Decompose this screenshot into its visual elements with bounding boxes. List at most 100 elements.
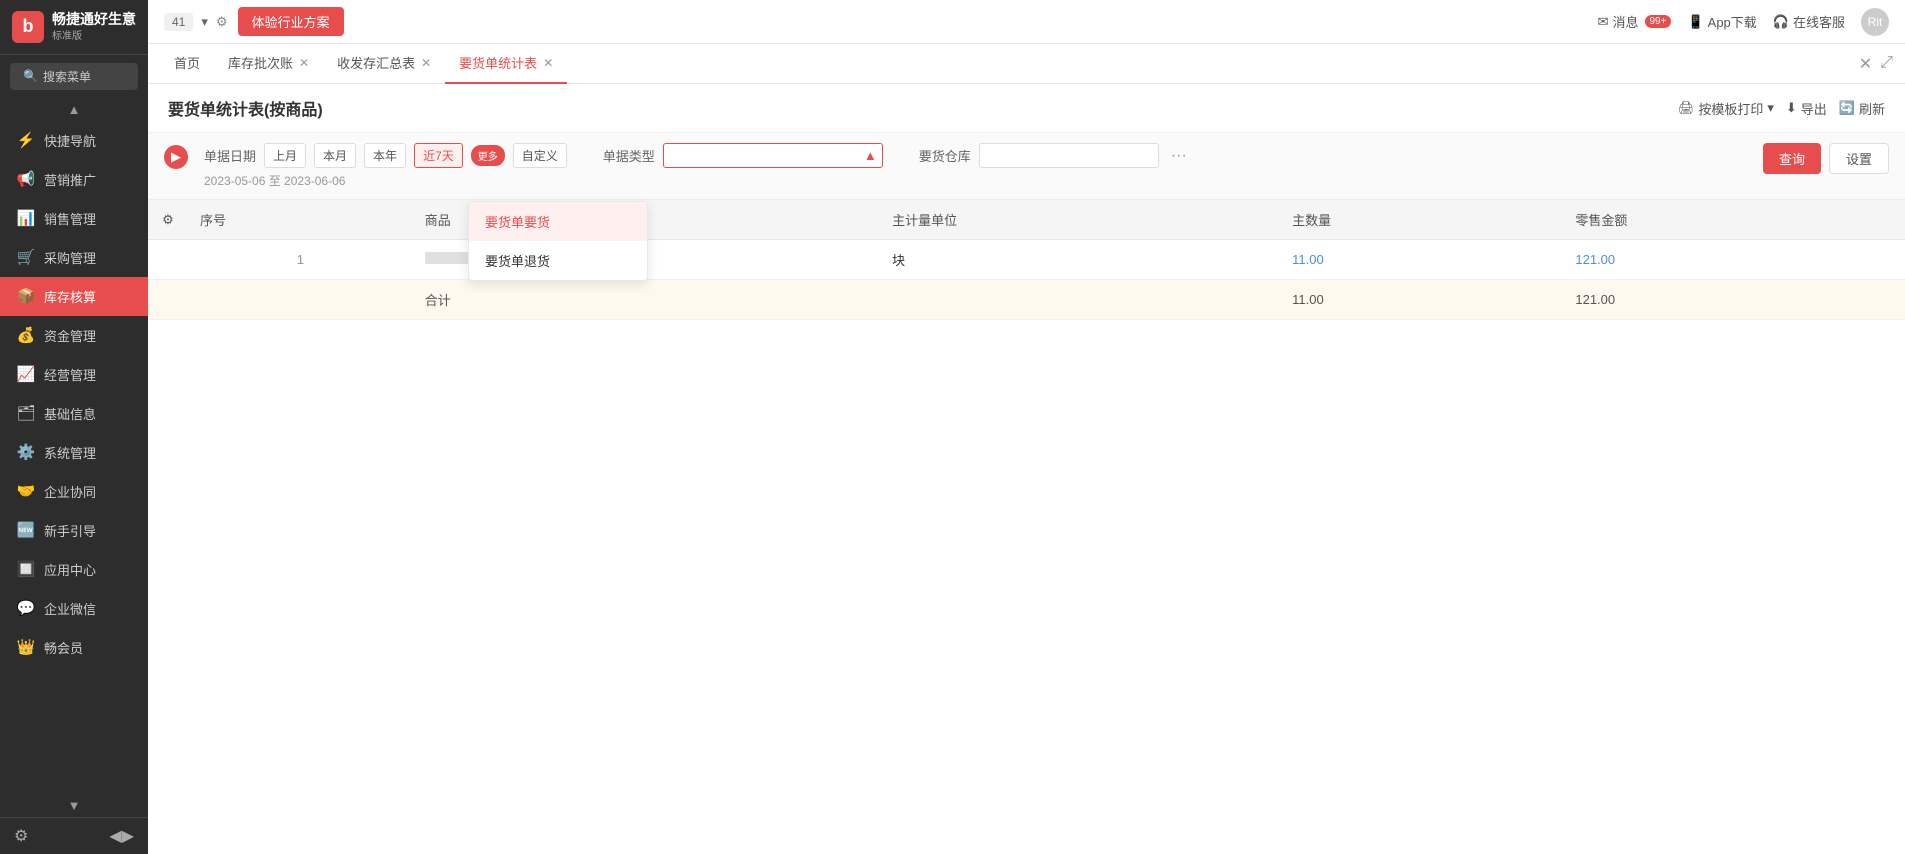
dropdown-item-label: 要货单退货 [485,254,550,269]
nav-icon-system: ⚙️ [16,443,36,461]
nav-icon-member: 👑 [16,638,36,656]
setting-btn[interactable]: 设置 [1829,143,1889,174]
sidebar-footer: ⚙ ◀▶ [0,817,148,854]
sidebar-item-member[interactable]: 👑 畅会员 [0,628,148,667]
query-btn[interactable]: 查询 [1763,143,1821,174]
version-text: 41 [172,15,185,29]
tab-home[interactable]: 首页 [160,44,214,84]
type-dropdown-icon[interactable]: ▲ [864,148,877,163]
sidebar-item-quick-nav[interactable]: ⚡ 快捷导航 [0,121,148,160]
td-total-unit [880,280,1280,320]
message-badge: 99+ [1645,15,1672,28]
refresh-label: 刷新 [1859,99,1885,118]
nav-label: 销售管理 [44,209,96,228]
nav-icon-cooperation: 🤝 [16,482,36,500]
topbar-right: ✉ 消息 99+ 📱 App下载 🎧 在线客服 Rit [1598,8,1889,36]
table-header-row: ⚙ 序号 商品 主计量单位 主数量 零售金额 [148,200,1905,240]
tabbar: 首页 库存批次账 ✕ 收发存汇总表 ✕ 要货单统计表 ✕ ✕ ⤢ [148,44,1905,84]
warehouse-more-btn[interactable]: ··· [1171,147,1187,165]
date-btn-year[interactable]: 本年 [364,143,406,168]
settings-icon[interactable]: ⚙ [14,826,28,846]
tab-order-summary[interactable]: 要货单统计表 ✕ [445,44,567,84]
tab-inventory-batch-close[interactable]: ✕ [299,56,309,70]
tab-order-summary-label: 要货单统计表 [459,53,537,72]
tab-inventory-batch-label: 库存批次账 [228,53,293,72]
message-label: 消息 [1612,12,1638,31]
date-btn-week[interactable]: 近7天 [414,143,463,168]
print-template-btn[interactable]: 🖨 按模板打印 ▾ [1678,99,1774,118]
tab-close-all[interactable]: ✕ [1859,54,1872,74]
type-filter-group: 单据类型 ▲ [603,143,883,168]
main-area: 41 ▾ ⚙ 体验行业方案 ✉ 消息 99+ 📱 App下载 🎧 在线客服 [148,0,1905,854]
sidebar-item-apps[interactable]: 🔲 应用中心 [0,550,148,589]
th-settings[interactable]: ⚙ [148,200,188,240]
filter-expand-btn[interactable]: ▶ [164,145,188,169]
avatar: Rit [1861,8,1889,36]
nav-label: 经营管理 [44,365,96,384]
app-download-item[interactable]: 📱 App下载 [1687,12,1756,31]
type-input-container: ▲ [663,143,883,168]
sidebar-item-operation[interactable]: 📈 经营管理 [0,355,148,394]
td-total-label: 合计 [413,280,880,320]
dropdown-item-label: 要货单要货 [485,215,550,230]
tab-order-summary-close[interactable]: ✕ [543,56,553,70]
refresh-btn[interactable]: 🔄 刷新 [1839,99,1885,118]
avatar-text: Rit [1868,15,1883,29]
table-body: 1 块 11.00 121.00 [148,240,1905,280]
sidebar-item-purchase[interactable]: 🛒 采购管理 [0,238,148,277]
collapse-icon[interactable]: ◀▶ [109,826,134,846]
type-filter-input[interactable] [663,143,883,168]
sidebar-item-cooperation[interactable]: 🤝 企业协同 [0,472,148,511]
print-template-label: 按模板打印 [1698,99,1763,118]
td-amount[interactable]: 121.00 [1563,240,1905,280]
date-btn-custom[interactable]: 自定义 [513,143,567,168]
dropdown-item-order-return[interactable]: 要货单退货 [469,241,647,280]
date-btn-prev[interactable]: 上月 [264,143,306,168]
nav-label: 企业协同 [44,482,96,501]
tab-receivables-summary[interactable]: 收发存汇总表 ✕ [323,44,445,84]
printer-icon: 🖨 [1678,100,1695,116]
phone-icon: 📱 [1687,14,1703,30]
dropdown-arrow: ▾ [201,14,208,30]
warehouse-filter-label: 要货仓库 [919,146,971,165]
td-quantity[interactable]: 11.00 [1280,240,1563,280]
warehouse-filter-group: 要货仓库 ··· [919,143,1187,168]
sidebar-item-sales[interactable]: 📊 销售管理 [0,199,148,238]
industry-btn[interactable]: 体验行业方案 [238,7,344,36]
online-service-item[interactable]: 🎧 在线客服 [1773,12,1845,31]
sidebar-item-wechat[interactable]: 💬 企业微信 [0,589,148,628]
topbar-dropdown[interactable]: ▾ [201,14,208,30]
date-btn-more[interactable]: 更多 [471,145,505,166]
sidebar-item-marketing[interactable]: 📢 营销推广 [0,160,148,199]
sidebar-item-system[interactable]: ⚙️ 系统管理 [0,433,148,472]
tab-inventory-batch[interactable]: 库存批次账 ✕ [214,44,323,84]
sidebar-item-inventory[interactable]: 📦 库存核算 [0,277,148,316]
sidebar-search[interactable]: 🔍 搜索菜单 [10,63,138,90]
tab-receivables-summary-close[interactable]: ✕ [421,56,431,70]
nav-icon-inventory: 📦 [16,287,36,305]
page-actions: 🖨 按模板打印 ▾ ⬇ 导出 🔄 刷新 [1678,99,1885,118]
print-dropdown-icon[interactable]: ▾ [1767,100,1774,116]
topbar-left: 41 ▾ ⚙ 体验行业方案 [164,7,1598,36]
nav-scroll-up[interactable]: ▲ [0,98,148,121]
sidebar-item-base[interactable]: 🗂 基础信息 [0,394,148,433]
sidebar-item-guide[interactable]: 🆕 新手引导 [0,511,148,550]
sidebar-nav: ⚡ 快捷导航 📢 营销推广 📊 销售管理 🛒 采购管理 📦 库存核算 💰 资金管… [0,121,148,794]
sidebar-item-finance[interactable]: 💰 资金管理 [0,316,148,355]
warehouse-filter-input[interactable] [979,143,1159,168]
filter-right: 查询 设置 [1763,143,1889,174]
export-label: 导出 [1801,99,1827,118]
dropdown-item-order-goods[interactable]: 要货单要货 [469,202,647,241]
message-item[interactable]: ✉ 消息 99+ [1598,12,1672,31]
user-avatar-item[interactable]: Rit [1861,8,1889,36]
page-title: 要货单统计表(按商品) [168,96,323,120]
date-btn-current[interactable]: 本月 [314,143,356,168]
tabbar-actions: ✕ ⤢ [1859,54,1893,74]
topbar-settings-icon[interactable]: ⚙ [216,14,228,30]
export-btn[interactable]: ⬇ 导出 [1786,99,1827,118]
nav-scroll-down[interactable]: ▼ [0,794,148,817]
search-icon: 🔍 [23,69,38,83]
td-settings [148,240,188,280]
nav-label: 新手引导 [44,521,96,540]
tab-expand[interactable]: ⤢ [1880,54,1893,74]
